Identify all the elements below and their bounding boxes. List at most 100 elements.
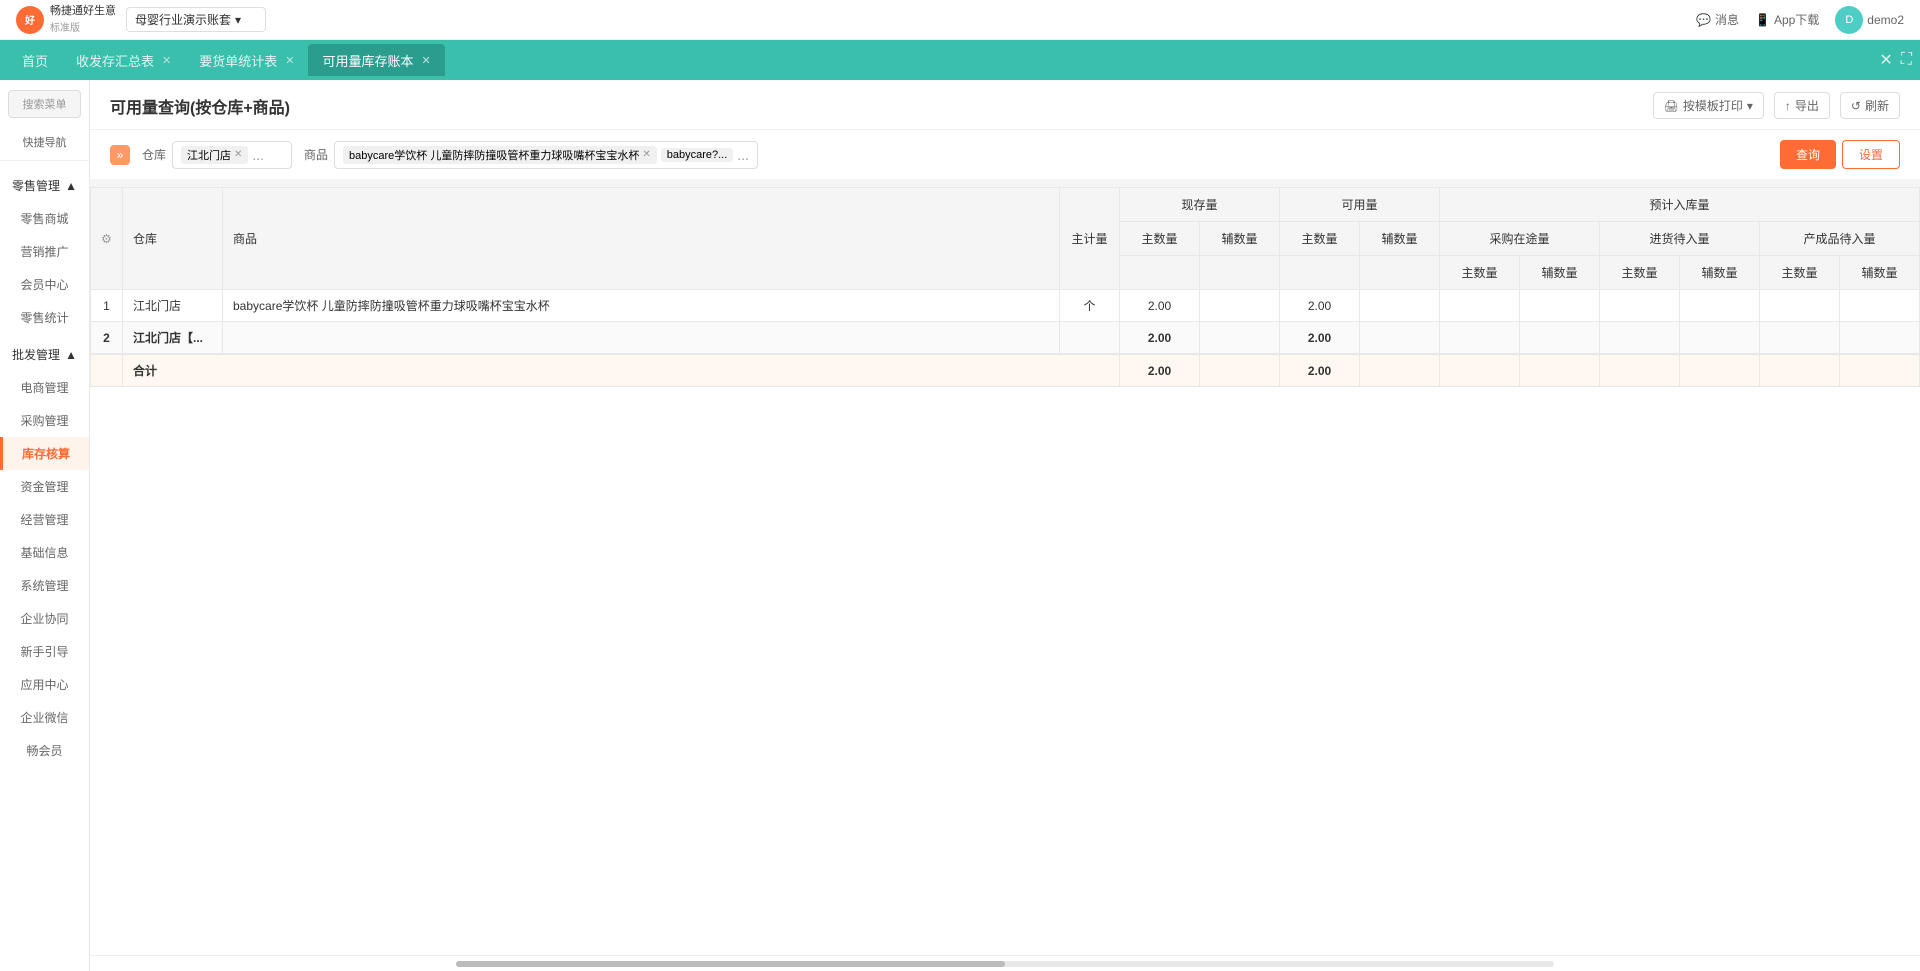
template-print-btn[interactable]: 🖨 按模板打印 ▾ <box>1653 92 1764 119</box>
th-avail-main-2 <box>1280 256 1360 290</box>
total-stock-main: 2.00 <box>1120 354 1200 387</box>
th-inc-main: 主数量 <box>1600 256 1680 290</box>
filter-warehouse-tag-text: 江北门店 <box>187 147 231 163</box>
sidebar-group-wholesale-label: 批发管理 <box>12 346 60 363</box>
sidebar-item-finance[interactable]: 资金管理 <box>0 470 89 503</box>
tab-order-stats-close[interactable]: ✕ <box>285 54 294 67</box>
sidebar-group-retail-header[interactable]: 零售管理 ▲ <box>0 169 89 202</box>
sidebar-item-wechat[interactable]: 企业微信 <box>0 701 89 734</box>
th-stock-main-2 <box>1120 256 1200 290</box>
message-btn[interactable]: 💬 消息 <box>1696 11 1739 28</box>
search-menu-btn[interactable]: 搜索菜单 <box>8 90 81 118</box>
refresh-label: 刷新 <box>1865 97 1889 114</box>
filter-product-dots[interactable]: ... <box>737 147 749 163</box>
total-proc-main <box>1440 354 1520 387</box>
sidebar-item-retail-mall[interactable]: 零售商城 <box>0 202 89 235</box>
filter-actions: 查询 设置 <box>1780 140 1900 169</box>
sidebar-item-purchase[interactable]: 采购管理 <box>0 404 89 437</box>
tab-home-label: 首页 <box>22 51 48 70</box>
th-avail-main: 主数量 <box>1280 222 1360 256</box>
row2-prod-main <box>1760 322 1840 355</box>
total-avail-main: 2.00 <box>1280 354 1360 387</box>
th-settings: ⚙ <box>91 188 123 290</box>
user-area[interactable]: D demo2 <box>1835 6 1904 34</box>
sidebar-group-retail-label: 零售管理 <box>12 177 60 194</box>
row1-warehouse: 江北门店 <box>123 290 223 322</box>
th-proc-main: 主数量 <box>1440 256 1520 290</box>
sidebar-item-guide[interactable]: 新手引导 <box>0 635 89 668</box>
table-container[interactable]: ⚙ 仓库 商品 主计量 现存量 可用量 预计入库量 主数量 辅数量 主数量 辅数… <box>90 187 1920 955</box>
row2-proc-main <box>1440 322 1520 355</box>
refresh-btn[interactable]: ↺ 刷新 <box>1840 92 1900 119</box>
top-bar: 好 畅捷通好生意 标准版 母婴行业演示账套 ▾ 💬 消息 📱 App下载 D d… <box>0 0 1920 40</box>
th-unit: 主计量 <box>1060 188 1120 290</box>
row1-avail-aux <box>1360 290 1440 322</box>
sidebar-item-members[interactable]: 会员中心 <box>0 268 89 301</box>
filter-warehouse-tag-close[interactable]: ✕ <box>234 149 242 160</box>
export-btn[interactable]: ↑ 导出 <box>1774 92 1830 119</box>
tab-receive-summary[interactable]: 收发存汇总表 ✕ <box>62 44 185 76</box>
tab-order-stats[interactable]: 要货单统计表 ✕ <box>185 44 308 76</box>
scrollbar-track[interactable] <box>456 961 1554 967</box>
filter-product-label: 商品 <box>304 146 328 163</box>
logo-text: 畅捷通好生意 <box>50 5 116 18</box>
chevron-icon-retail: ▲ <box>65 179 77 193</box>
message-label: 消息 <box>1715 11 1739 28</box>
sidebar-item-operations[interactable]: 经营管理 <box>0 503 89 536</box>
setting-btn[interactable]: 设置 <box>1842 140 1900 169</box>
row2-stock-aux <box>1200 322 1280 355</box>
scrollbar-thumb[interactable] <box>456 961 1005 967</box>
sidebar-item-app-center[interactable]: 应用中心 <box>0 668 89 701</box>
total-proc-aux <box>1520 354 1600 387</box>
sidebar-item-retail-stats[interactable]: 零售统计 <box>0 301 89 334</box>
settings-icon[interactable]: ⚙ <box>101 232 112 246</box>
sidebar-item-marketing[interactable]: 营销推广 <box>0 235 89 268</box>
tab-home[interactable]: 首页 <box>8 44 62 76</box>
fullscreen-icon[interactable]: ⛶ <box>1901 51 1912 69</box>
total-inc-main <box>1600 354 1680 387</box>
th-stock-aux-2 <box>1200 256 1280 290</box>
logo-text-area: 畅捷通好生意 标准版 <box>50 5 116 33</box>
row1-inc-main <box>1600 290 1680 322</box>
sidebar-item-enterprise[interactable]: 企业协同 <box>0 602 89 635</box>
tab-available-inventory-close[interactable]: ✕ <box>422 54 431 67</box>
sidebar-item-member-plus[interactable]: 畅会员 <box>0 734 89 767</box>
tab-receive-summary-close[interactable]: ✕ <box>162 54 171 67</box>
filter-warehouse-dots[interactable]: ... <box>252 147 264 163</box>
sidebar-item-inventory[interactable]: 库存核算 <box>0 437 89 470</box>
filter-product-tag1-close[interactable]: ✕ <box>642 149 650 160</box>
filter-product-tag2: babycare?... <box>661 148 734 162</box>
sidebar-item-basic-info[interactable]: 基础信息 <box>0 536 89 569</box>
row1-inc-aux <box>1680 290 1760 322</box>
quick-nav-btn[interactable]: 快捷导航 <box>0 128 89 156</box>
row1-index: 1 <box>91 290 123 322</box>
th-available: 可用量 <box>1280 188 1440 222</box>
phone-icon: 📱 <box>1755 13 1770 27</box>
sidebar-item-system[interactable]: 系统管理 <box>0 569 89 602</box>
filter-warehouse-input[interactable]: 江北门店 ✕ ... <box>172 141 292 169</box>
table-row: 2 江北门店【... 2.00 2.00 <box>91 322 1920 355</box>
sidebar-group-wholesale-header[interactable]: 批发管理 ▲ <box>0 338 89 371</box>
filter-area: » 仓库 江北门店 ✕ ... 商品 babycare学饮杯 儿童防摔防撞吸管杯… <box>90 130 1920 179</box>
row1-stock-aux <box>1200 290 1280 322</box>
industry-selector[interactable]: 母婴行业演示账套 ▾ <box>126 7 266 32</box>
th-proc-aux: 辅数量 <box>1520 256 1600 290</box>
th-prod-main: 主数量 <box>1760 256 1840 290</box>
page-title: 可用量查询(按仓库+商品) <box>110 94 290 118</box>
table-row: 1 江北门店 babycare学饮杯 儿童防摔防撞吸管杯重力球吸嘴杯宝宝水杯 个… <box>91 290 1920 322</box>
filter-warehouse-label: 仓库 <box>142 146 166 163</box>
filter-product-input[interactable]: babycare学饮杯 儿童防摔防撞吸管杯重力球吸嘴杯宝宝水杯 ✕ babyca… <box>334 141 758 169</box>
filter-expand-btn[interactable]: » <box>110 145 130 165</box>
sidebar-divider-1 <box>0 160 89 161</box>
chevron-down-print-icon: ▾ <box>1747 99 1753 113</box>
app-download-btn[interactable]: 📱 App下载 <box>1755 11 1819 28</box>
filter-warehouse-field: 仓库 江北门店 ✕ ... <box>142 141 292 169</box>
logo-area: 好 畅捷通好生意 标准版 <box>16 5 116 33</box>
query-btn[interactable]: 查询 <box>1780 140 1836 169</box>
logo-sub: 标准版 <box>50 19 116 34</box>
nav-tabs: 首页 收发存汇总表 ✕ 要货单统计表 ✕ 可用量库存账本 ✕ ✕ ⛶ <box>0 40 1920 80</box>
tab-available-inventory[interactable]: 可用量库存账本 ✕ <box>308 44 444 76</box>
sidebar-item-ecommerce[interactable]: 电商管理 <box>0 371 89 404</box>
close-all-tabs-icon[interactable]: ✕ <box>1879 50 1892 70</box>
filter-product-tag1: babycare学饮杯 儿童防摔防撞吸管杯重力球吸嘴杯宝宝水杯 ✕ <box>343 146 657 164</box>
